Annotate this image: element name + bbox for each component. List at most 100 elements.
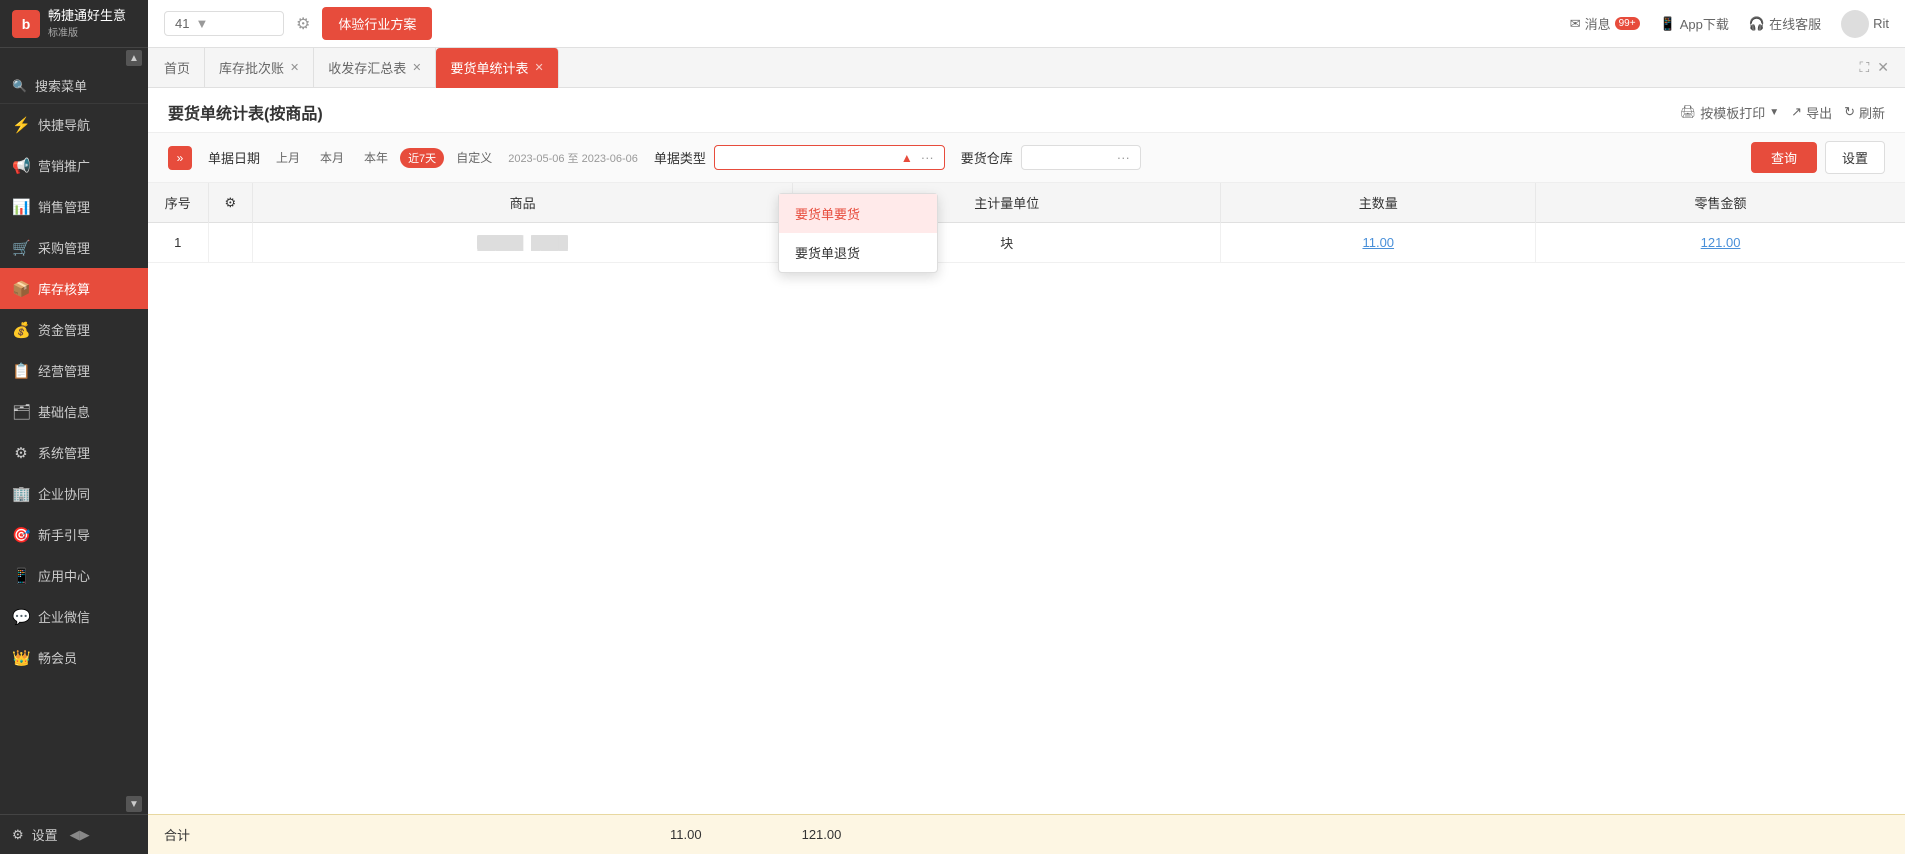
refresh-label: 刷新 [1859,103,1885,122]
trial-industry-button[interactable]: 体验行业方案 [322,7,432,40]
tab-requisition-summary[interactable]: 要货单统计表 ✕ [436,48,558,88]
message-badge[interactable]: ✉ 消息 99+ [1570,14,1640,33]
app-download-label: App下载 [1680,14,1729,33]
doc-type-arrow[interactable]: ▲ [901,151,913,165]
date-last-7-days[interactable]: 近7天 [400,148,444,168]
date-custom[interactable]: 自定义 [448,146,500,169]
sidebar-item-label: 应用中心 [38,566,90,585]
sidebar-scroll-up[interactable]: ▲ [126,50,142,66]
sidebar-search[interactable]: 🔍 搜索菜单 [0,68,148,104]
sidebar: b 畅捷通好生意 标准版 ▲ 🔍 搜索菜单 ⚡ 快捷导航 📢 营销推广 📊 销售… [0,0,148,854]
cell-gear [208,223,253,263]
sales-icon: 📊 [12,198,30,216]
export-button[interactable]: ↗ 导出 [1791,103,1832,122]
col-gear[interactable]: ⚙ [208,183,253,223]
purchase-icon: 🛒 [12,239,30,257]
company-selector-text: 41 [175,16,189,31]
refresh-button[interactable]: ↻ 刷新 [1844,103,1885,122]
date-filter-group: 单据日期 上月 本月 本年 近7天 自定义 2023-05-06 至 2023-… [208,146,638,169]
sidebar-item-label: 企业协同 [38,484,90,503]
user-avatar-area[interactable]: Rit [1841,10,1889,38]
date-this-month[interactable]: 本月 [312,146,352,169]
tabs-close-all-btn[interactable]: ✕ [1877,59,1889,76]
expand-icon: » [177,151,184,165]
print-template-button[interactable]: 🖨 按模板打印 ▼ [1680,103,1779,122]
tab-inventory-batch[interactable]: 库存批次账 ✕ [205,48,314,88]
enterprise-icon: 🏢 [12,485,30,503]
col-goods: 商品 [253,183,793,223]
dropdown-item-requisition-order[interactable]: 要货单要货 [779,194,937,233]
marketing-icon: 📢 [12,157,30,175]
topbar-gear-icon[interactable]: ⚙ [296,14,310,34]
tab-inventory-batch-label: 库存批次账 [219,58,284,77]
doc-type-more[interactable]: ··· [921,150,934,165]
app-download-badge[interactable]: 📱 App下载 [1660,14,1729,33]
sidebar-item-app-center[interactable]: 📱 应用中心 [0,555,148,596]
doc-type-select-box[interactable]: ▲ ··· [714,145,945,170]
cell-amount[interactable]: 121.00 [1536,223,1905,263]
cell-index: 1 [148,223,208,263]
filter-expand-button[interactable]: » [168,146,192,170]
dropdown-item-requisition-return[interactable]: 要货单退货 [779,233,937,272]
tab-receivable-summary-close[interactable]: ✕ [412,61,421,74]
cell-goods: █████ ████ [253,223,793,263]
base-info-icon: 🗂 [12,403,30,421]
tab-home[interactable]: 首页 [164,48,205,88]
footer-amount: 121.00 [802,827,842,842]
sidebar-item-sales[interactable]: 📊 销售管理 [0,186,148,227]
query-button[interactable]: 查询 [1751,142,1817,173]
page-header: 要货单统计表(按商品) 🖨 按模板打印 ▼ ↗ 导出 ↻ 刷新 [148,88,1905,132]
search-icon: 🔍 [12,79,27,93]
print-arrow: ▼ [1769,107,1779,118]
filter-settings-button[interactable]: 设置 [1825,141,1885,174]
inventory-icon: 📦 [12,280,30,298]
topbar-right: ✉ 消息 99+ 📱 App下载 🎧 在线客服 Rit [1570,10,1889,38]
user-avatar [1841,10,1869,38]
date-last-month[interactable]: 上月 [268,146,308,169]
sidebar-bottom[interactable]: ⚙ 设置 ◀▶ [0,814,148,854]
sidebar-item-enterprise[interactable]: 🏢 企业协同 [0,473,148,514]
sidebar-item-inventory[interactable]: 📦 库存核算 [0,268,148,309]
sidebar-item-operation[interactable]: 📋 经营管理 [0,350,148,391]
sidebar-item-label: 系统管理 [38,443,90,462]
tab-inventory-batch-close[interactable]: ✕ [290,61,299,74]
sidebar-item-base-info[interactable]: 🗂 基础信息 [0,391,148,432]
doc-type-input[interactable] [725,150,901,165]
tab-requisition-summary-close[interactable]: ✕ [535,61,544,74]
tab-receivable-summary[interactable]: 收发存汇总表 ✕ [314,48,436,88]
sidebar-item-marketing[interactable]: 📢 营销推广 [0,145,148,186]
sidebar-search-label: 搜索菜单 [35,76,87,95]
col-amount: 零售金额 [1536,183,1905,223]
operation-icon: 📋 [12,362,30,380]
sidebar-item-label: 资金管理 [38,320,90,339]
online-service-badge[interactable]: 🎧 在线客服 [1749,14,1821,33]
message-count: 99+ [1615,17,1640,30]
data-table-container: 序号 ⚙ 商品 主计量单位 主数量 零售金额 1 [148,183,1905,814]
warehouse-select[interactable]: ··· [1021,145,1141,170]
cell-quantity[interactable]: 11.00 [1221,223,1536,263]
sidebar-scroll-down[interactable]: ▼ [126,796,142,812]
topbar-left: 41 ▼ ⚙ 体验行业方案 [164,7,432,40]
sidebar-item-guide[interactable]: 🎯 新手引导 [0,514,148,555]
col-gear-icon[interactable]: ⚙ [225,195,237,210]
warehouse-filter-group: 要货仓库 ··· [961,145,1141,170]
app-logo-icon: b [12,10,40,38]
sidebar-collapse-btn[interactable]: ◀▶ [70,827,90,843]
warehouse-more-icon[interactable]: ··· [1117,150,1130,165]
date-this-year[interactable]: 本年 [356,146,396,169]
app-center-icon: 📱 [12,567,30,585]
sidebar-item-member[interactable]: 👑 畅会员 [0,637,148,678]
table-row: 1 █████ ████ 块 11.00 121.00 [148,223,1905,263]
sidebar-item-purchase[interactable]: 🛒 采购管理 [0,227,148,268]
goods-name-part1: █████ [477,235,523,250]
company-selector-arrow: ▼ [195,16,208,31]
settings-bottom-icon: ⚙ [12,827,24,843]
tabs-maximize-btn[interactable]: ⛶ [1859,59,1869,76]
sidebar-item-system[interactable]: ⚙ 系统管理 [0,432,148,473]
company-selector[interactable]: 41 ▼ [164,11,284,36]
sidebar-item-quick-nav[interactable]: ⚡ 快捷导航 [0,104,148,145]
doc-type-dropdown: 要货单要货 要货单退货 [778,193,938,273]
sidebar-item-wechat[interactable]: 💬 企业微信 [0,596,148,637]
warehouse-label: 要货仓库 [961,148,1013,167]
sidebar-item-finance[interactable]: 💰 资金管理 [0,309,148,350]
